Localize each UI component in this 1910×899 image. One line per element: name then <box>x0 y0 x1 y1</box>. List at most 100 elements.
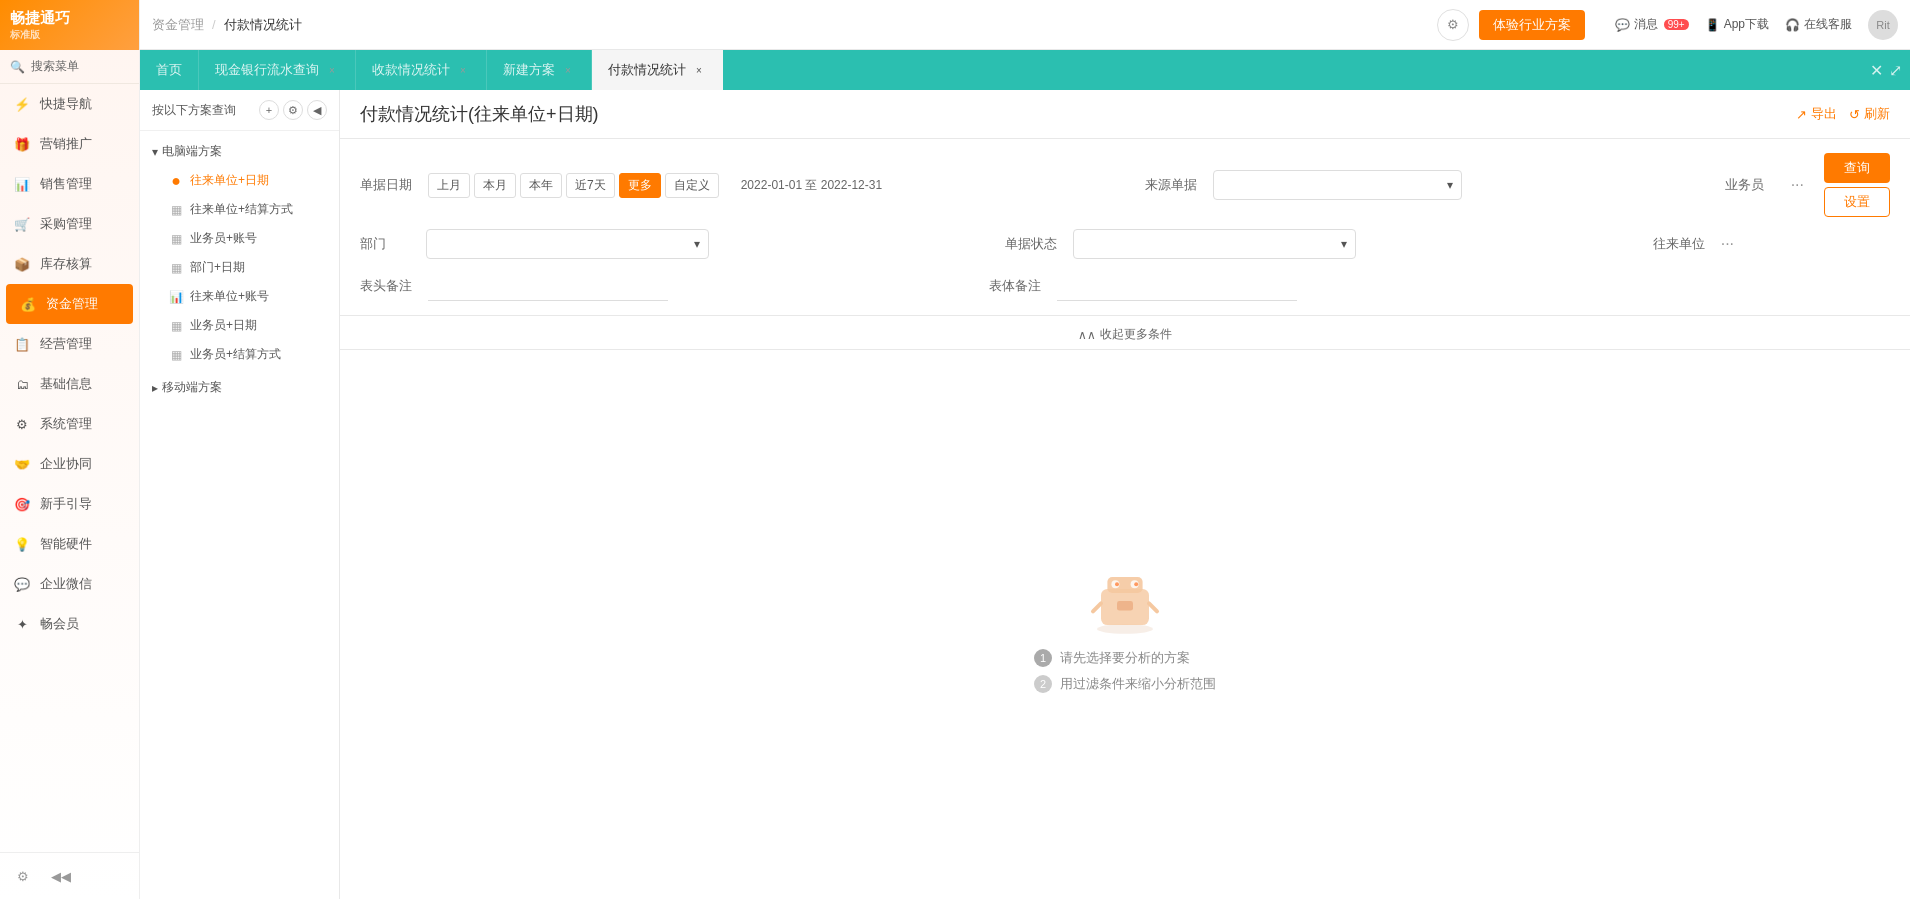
scheme-item-staff-settle[interactable]: ▦ 业务员+结算方式 <box>140 340 339 369</box>
table-header-note-label: 表头备注 <box>360 277 412 295</box>
sidebar-item-base-info[interactable]: 🗂 基础信息 <box>0 364 139 404</box>
tab-new-scheme-close[interactable]: × <box>561 63 575 77</box>
trial-button[interactable]: 体验行业方案 <box>1479 10 1585 40</box>
sidebar: 畅捷通巧 标准版 🔍 搜索菜单 ⚡ 快捷导航 🎁 营销推广 📊 销售管理 🛒 采… <box>0 0 140 899</box>
message-icon: 💬 <box>1615 18 1630 32</box>
scheme-item-dept-date[interactable]: ▦ 部门+日期 <box>140 253 339 282</box>
app-icon: 📱 <box>1705 18 1720 32</box>
scheme-item-staff-account-label: 业务员+账号 <box>190 230 257 247</box>
scheme-item-unit-account[interactable]: 📊 往来单位+账号 <box>140 282 339 311</box>
purchase-icon: 🛒 <box>12 214 32 234</box>
sidebar-item-quick-nav[interactable]: ⚡ 快捷导航 <box>0 84 139 124</box>
base-info-icon: 🗂 <box>12 374 32 394</box>
messages-badge: 99+ <box>1664 19 1689 30</box>
sidebar-item-sales[interactable]: 📊 销售管理 <box>0 164 139 204</box>
partner-filter-dots[interactable]: ··· <box>1721 235 1734 253</box>
collapse-scheme-button[interactable]: ◀ <box>307 100 327 120</box>
more-button[interactable]: 更多 <box>619 173 661 198</box>
sidebar-item-finance[interactable]: 💰 资金管理 <box>6 284 133 324</box>
sidebar-item-marketing[interactable]: 🎁 营销推广 <box>0 124 139 164</box>
sidebar-item-label: 新手引导 <box>40 495 92 513</box>
tab-bank-flow[interactable]: 现金银行流水查询 × <box>199 50 356 90</box>
sidebar-item-operations[interactable]: 📋 经营管理 <box>0 324 139 364</box>
scheme-group-mobile-label: 移动端方案 <box>162 379 222 396</box>
operations-icon: 📋 <box>12 334 32 354</box>
scheme-item-unit-date-label: 往来单位+日期 <box>190 172 269 189</box>
scheme-item-staff-settle-label: 业务员+结算方式 <box>190 346 281 363</box>
last7-button[interactable]: 近7天 <box>566 173 615 198</box>
scheme-group-desktop-header[interactable]: ▾ 电脑端方案 <box>140 137 339 166</box>
scheme-item-staff-account[interactable]: ▦ 业务员+账号 <box>140 224 339 253</box>
scheme-item-staff-date[interactable]: ▦ 业务员+日期 <box>140 311 339 340</box>
messages-button[interactable]: 💬 消息 99+ <box>1615 16 1689 33</box>
sidebar-item-member[interactable]: ✦ 畅会员 <box>0 604 139 644</box>
source-select[interactable]: ▾ <box>1213 170 1462 200</box>
sidebar-item-enterprise[interactable]: 🤝 企业协同 <box>0 444 139 484</box>
sidebar-item-label: 销售管理 <box>40 175 92 193</box>
scheme-group-mobile-header[interactable]: ▸ 移动端方案 <box>140 373 339 402</box>
filter-settings-button[interactable]: 设置 <box>1824 187 1890 217</box>
doc-status-select[interactable]: ▾ <box>1073 229 1356 259</box>
scheme-grid4-icon: ▦ <box>168 318 184 334</box>
scheme-tree: ▾ 电脑端方案 ● 往来单位+日期 ▦ 往来单位+结算方式 ▦ 业务员+账号 <box>140 131 339 899</box>
collapse-label: 收起更多条件 <box>1100 326 1172 343</box>
sidebar-item-beginner[interactable]: 🎯 新手引导 <box>0 484 139 524</box>
tab-payment-stats-close[interactable]: × <box>456 63 470 77</box>
breadcrumb-text: 资金管理 <box>152 16 204 34</box>
filter-area: 单据日期 上月 本月 本年 近7天 更多 自定义 2022-01-01 至 20… <box>340 139 1910 316</box>
online-service-button[interactable]: 🎧 在线客服 <box>1785 16 1852 33</box>
scheme-settings-button[interactable]: ⚙ <box>283 100 303 120</box>
app-download-button[interactable]: 📱 App下载 <box>1705 16 1769 33</box>
user-name: Rit <box>1876 19 1889 31</box>
scheme-grid5-icon: ▦ <box>168 347 184 363</box>
tab-payment-stats2-close[interactable]: × <box>692 63 706 77</box>
tab-payment-stats2[interactable]: 付款情况统计 × <box>592 50 723 90</box>
tab-new-scheme[interactable]: 新建方案 × <box>487 50 592 90</box>
custom-button[interactable]: 自定义 <box>665 173 719 198</box>
refresh-button[interactable]: ↺ 刷新 <box>1849 105 1890 123</box>
staff-filter-dots[interactable]: ··· <box>1791 176 1804 194</box>
date-filter-label: 单据日期 <box>360 176 412 194</box>
page-actions: ↗ 导出 ↺ 刷新 <box>1796 105 1890 123</box>
scheme-item-unit-settle[interactable]: ▦ 往来单位+结算方式 <box>140 195 339 224</box>
add-scheme-button[interactable]: + <box>259 100 279 120</box>
scheme-item-unit-date[interactable]: ● 往来单位+日期 <box>140 166 339 195</box>
empty-tips: 1 请先选择要分析的方案 2 用过滤条件来缩小分析范围 <box>1034 649 1216 693</box>
sidebar-search[interactable]: 🔍 搜索菜单 <box>0 50 139 84</box>
scheme-actions: + ⚙ ◀ <box>259 100 327 120</box>
service-icon: 🎧 <box>1785 18 1800 32</box>
maximize-button[interactable]: ⤢ <box>1889 61 1902 80</box>
close-all-tabs-button[interactable]: ✕ <box>1870 61 1883 80</box>
table-body-note-input[interactable] <box>1057 271 1297 301</box>
last-month-button[interactable]: 上月 <box>428 173 470 198</box>
table-header-note-input[interactable] <box>428 271 668 301</box>
collapse-sidebar-button[interactable]: ◀◀ <box>46 861 76 891</box>
member-icon: ✦ <box>12 614 32 634</box>
date-quick-buttons: 上月 本月 本年 近7天 更多 自定义 <box>428 173 719 198</box>
this-year-button[interactable]: 本年 <box>520 173 562 198</box>
settings-bottom-button[interactable]: ⚙ <box>8 861 38 891</box>
tab-payment-stats[interactable]: 收款情况统计 × <box>356 50 487 90</box>
top-settings-button[interactable]: ⚙ <box>1437 9 1469 41</box>
export-button[interactable]: ↗ 导出 <box>1796 105 1837 123</box>
sidebar-item-inventory[interactable]: 📦 库存核算 <box>0 244 139 284</box>
sidebar-item-system[interactable]: ⚙ 系统管理 <box>0 404 139 444</box>
tab-home[interactable]: 首页 <box>140 50 199 90</box>
messages-label: 消息 <box>1634 16 1658 33</box>
sidebar-item-smart-hw[interactable]: 💡 智能硬件 <box>0 524 139 564</box>
scheme-panel-label: 按以下方案查询 <box>152 102 253 119</box>
search-label: 搜索菜单 <box>31 58 79 75</box>
sidebar-item-purchase[interactable]: 🛒 采购管理 <box>0 204 139 244</box>
doc-status-chevron-icon: ▾ <box>1341 237 1347 251</box>
user-avatar[interactable]: Rit <box>1868 10 1898 40</box>
sidebar-item-wechat[interactable]: 💬 企业微信 <box>0 564 139 604</box>
this-month-button[interactable]: 本月 <box>474 173 516 198</box>
empty-tip-2-text: 用过滤条件来缩小分析范围 <box>1060 675 1216 693</box>
collapse-conditions-button[interactable]: ∧∧ 收起更多条件 <box>360 320 1890 349</box>
dept-select[interactable]: ▾ <box>426 229 709 259</box>
empty-tip-1: 1 请先选择要分析的方案 <box>1034 649 1216 667</box>
tab-bank-flow-close[interactable]: × <box>325 63 339 77</box>
sidebar-item-label: 智能硬件 <box>40 535 92 553</box>
content-area: 按以下方案查询 + ⚙ ◀ ▾ 电脑端方案 ● 往来单位+日期 <box>140 90 1910 899</box>
query-button[interactable]: 查询 <box>1824 153 1890 183</box>
